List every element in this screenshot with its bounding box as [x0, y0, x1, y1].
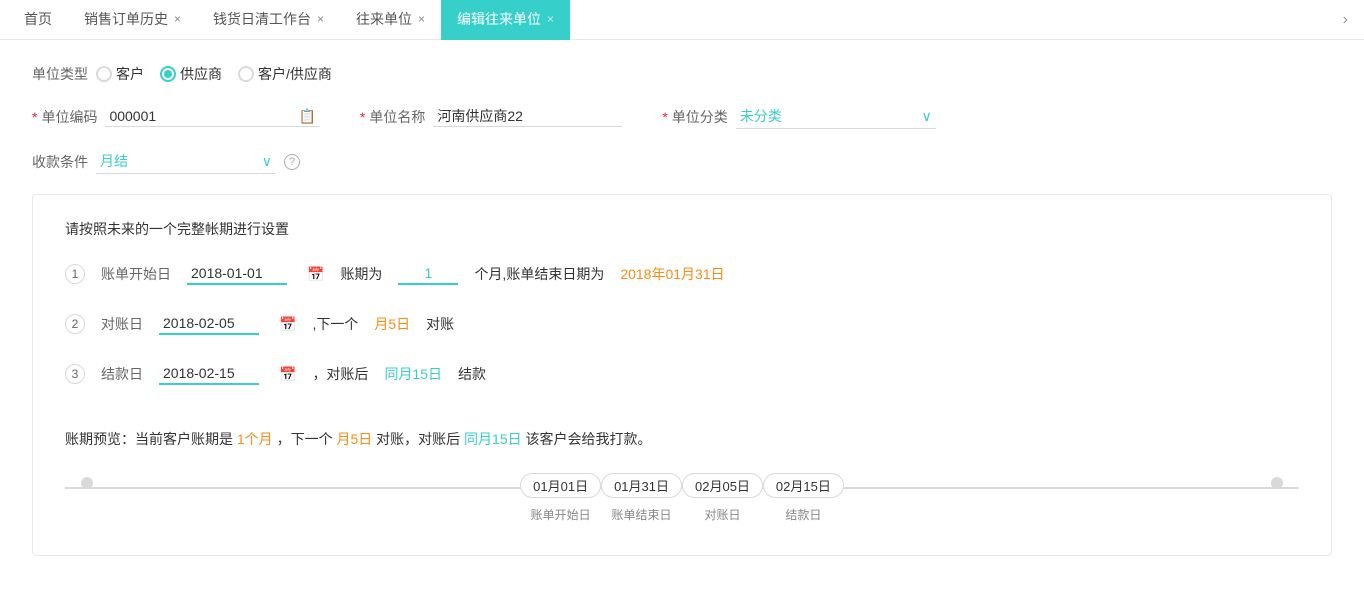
payment-terms-select[interactable]: 月结 ∨: [96, 149, 276, 174]
calendar-icon-payment[interactable]: 📅: [279, 366, 296, 383]
payment-suffix-pre: ，对账后: [312, 364, 368, 384]
timeline-container: 01月01日 账单开始日 01月31日 账单结束日 02月05日 对账日: [65, 473, 1299, 523]
preview-part1: 1个月: [237, 431, 273, 447]
preview-mid1: ，下一个: [277, 431, 333, 447]
start-date-input[interactable]: [187, 263, 287, 285]
unit-name-item: * 单位名称: [360, 106, 622, 127]
node-badge-3: 02月05日: [682, 473, 763, 498]
card-hint: 请按照未来的一个完整帐期进行设置: [65, 219, 1299, 239]
reconcile-highlight: 月5日: [374, 314, 410, 334]
preview-mid2: 对账，对账后: [376, 431, 460, 447]
radio-both[interactable]: 客户/供应商: [238, 64, 332, 84]
period-row-1: 1 账单开始日 📅 账期为 个月,账单结束日期为 2018年01月31日: [65, 263, 1299, 285]
unit-type-item: 单位类型 客户 供应商 客户/供应商: [32, 64, 332, 84]
payment-suffix-post: 结款: [458, 364, 486, 384]
tab-close-contacts[interactable]: ×: [418, 12, 425, 26]
preview-part3: 同月15日: [464, 431, 522, 447]
reconcile-date-input[interactable]: [159, 313, 259, 335]
unit-name-label: 单位名称: [369, 107, 425, 127]
calendar-icon-reconcile[interactable]: 📅: [279, 316, 296, 333]
unit-type-row: 单位类型 客户 供应商 客户/供应商: [32, 64, 1332, 84]
radio-customer-label: 客户: [116, 64, 144, 84]
help-icon[interactable]: ?: [284, 154, 300, 170]
unit-code-label: 单位编码: [41, 107, 97, 127]
tab-contacts[interactable]: 往来单位 ×: [340, 0, 441, 40]
timeline-start-dot: [81, 477, 93, 489]
timeline-nodes: 01月01日 账单开始日 01月31日 账单结束日 02月05日 对账日: [81, 473, 1283, 523]
timeline-node-3: 02月05日 对账日: [682, 473, 763, 523]
node-caption-3: 对账日: [704, 506, 740, 523]
tab-close-sales-history[interactable]: ×: [174, 12, 181, 26]
period-end-date: 2018年01月31日: [620, 264, 724, 284]
node-caption-2: 账单结束日: [612, 506, 672, 523]
tab-edit-contact[interactable]: 编辑往来单位 ×: [441, 0, 570, 40]
tab-close-edit-contact[interactable]: ×: [547, 12, 554, 26]
unit-name-input[interactable]: [433, 106, 622, 127]
radio-supplier-label: 供应商: [180, 64, 222, 84]
preview-prefix: 账期预览：当前客户账期是: [65, 431, 233, 447]
unit-category-value: 未分类: [740, 106, 914, 126]
payment-terms-row: 收款条件 月结 ∨ ?: [32, 149, 1332, 174]
radio-circle-both: [238, 66, 254, 82]
timeline-end-dot: [1271, 477, 1283, 489]
preview-suffix: 该客户会给我打款。: [526, 431, 652, 447]
calendar-icon-start[interactable]: 📅: [307, 266, 324, 283]
unit-category-arrow: ∨: [922, 108, 932, 125]
period-unit-text: 个月,账单结束日期为: [474, 264, 604, 284]
period-row-2: 2 对账日 📅 ,下一个 月5日 对账: [65, 313, 1299, 335]
radio-circle-customer: [96, 66, 112, 82]
period-card: 请按照未来的一个完整帐期进行设置 1 账单开始日 📅 账期为 个月,账单结束日期…: [32, 194, 1332, 556]
period-num-3: 3: [65, 364, 85, 384]
timeline-node-2: 01月31日 账单结束日: [601, 473, 682, 523]
tab-close-daily-work[interactable]: ×: [317, 12, 324, 26]
payment-highlight: 同月15日: [384, 364, 442, 384]
reconcile-suffix-post: 对账: [426, 314, 454, 334]
calendar-icon-code[interactable]: 📋: [294, 108, 319, 125]
unit-code-item: * 单位编码 📋: [32, 106, 320, 127]
period-row-3: 3 结款日 📅 ，对账后 同月15日 结款: [65, 363, 1299, 385]
timeline-node-1: 01月01日 账单开始日: [520, 473, 601, 523]
node-badge-4: 02月15日: [763, 473, 844, 498]
unit-category-label: 单位分类: [672, 107, 728, 127]
period-label-3: 结款日: [101, 364, 143, 384]
preview-section: 账期预览：当前客户账期是 1个月 ，下一个 月5日 对账，对账后 同月15日 该…: [65, 413, 1299, 531]
radio-customer[interactable]: 客户: [96, 64, 144, 84]
period-num-1: 1: [65, 264, 85, 284]
radio-both-label: 客户/供应商: [258, 64, 332, 84]
node-badge-2: 01月31日: [601, 473, 682, 498]
unit-code-input-wrap: 📋: [105, 106, 319, 127]
payment-terms-item: 收款条件 月结 ∨ ?: [32, 149, 300, 174]
period-label-text: 账期为: [340, 264, 382, 284]
unit-type-radio-group: 客户 供应商 客户/供应商: [96, 64, 332, 84]
unit-category-select[interactable]: 未分类 ∨: [736, 104, 936, 129]
radio-circle-supplier: [160, 66, 176, 82]
node-badge-1: 01月01日: [520, 473, 601, 498]
tab-more-arrow[interactable]: ›: [1335, 11, 1356, 29]
radio-supplier[interactable]: 供应商: [160, 64, 222, 84]
unit-type-label: 单位类型: [32, 64, 88, 84]
preview-text: 账期预览：当前客户账期是 1个月 ，下一个 月5日 对账，对账后 同月15日 该…: [65, 429, 1299, 449]
period-months-input[interactable]: [398, 263, 458, 285]
unit-info-row: * 单位编码 📋 * 单位名称 * 单位分类 未分类 ∨: [32, 104, 1332, 129]
period-label-1: 账单开始日: [101, 264, 171, 284]
unit-category-item: * 单位分类 未分类 ∨: [662, 104, 935, 129]
unit-code-input[interactable]: [105, 106, 294, 126]
node-caption-1: 账单开始日: [531, 506, 591, 523]
node-caption-4: 结款日: [785, 506, 821, 523]
payment-terms-label: 收款条件: [32, 152, 88, 172]
period-num-2: 2: [65, 314, 85, 334]
preview-part2: 月5日: [336, 431, 372, 447]
timeline-node-4: 02月15日 结款日: [763, 473, 844, 523]
tabs-bar: 首页 销售订单历史 × 钱货日清工作台 × 往来单位 × 编辑往来单位 × ›: [0, 0, 1364, 40]
reconcile-suffix-pre: ,下一个: [312, 314, 358, 334]
tab-daily-work[interactable]: 钱货日清工作台 ×: [197, 0, 340, 40]
payment-terms-arrow: ∨: [262, 153, 272, 170]
payment-terms-value: 月结: [100, 151, 254, 171]
payment-date-input[interactable]: [159, 363, 259, 385]
content-area: 单位类型 客户 供应商 客户/供应商 * 单位编码: [0, 40, 1364, 608]
period-label-2: 对账日: [101, 314, 143, 334]
tab-home[interactable]: 首页: [8, 0, 68, 40]
tab-sales-history[interactable]: 销售订单历史 ×: [68, 0, 197, 40]
